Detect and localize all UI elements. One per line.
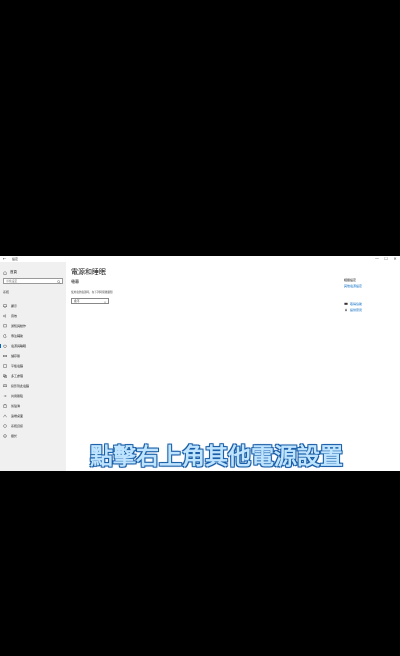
sidebar-item-clipboard[interactable]: 剪貼簿 — [0, 401, 66, 411]
power-icon — [3, 344, 7, 348]
related-settings: 相關設定 其他電源設定 — [344, 278, 396, 288]
sidebar-item-label: 關於 — [11, 434, 18, 438]
window-title: 設定 — [12, 257, 19, 261]
sidebar-item-focus-assist[interactable]: 專注輔助 — [0, 331, 66, 341]
get-help-label: 取得協助 — [350, 302, 363, 306]
close-button[interactable]: ✕ — [392, 257, 398, 261]
back-arrow-icon[interactable]: ← — [3, 257, 6, 261]
chevron-down-icon — [103, 300, 107, 303]
about-icon — [3, 434, 7, 438]
video-caption: 點擊右上角其他電源設置 — [90, 443, 343, 470]
search-placeholder: 尋找設定 — [6, 279, 18, 283]
display-icon — [3, 304, 7, 308]
section-label: 系統 — [3, 290, 10, 294]
home-icon — [3, 270, 7, 275]
sidebar-item-label: 音效 — [11, 314, 18, 318]
sidebar-item-label: 遠端桌面 — [11, 414, 24, 418]
sidebar-item-notifications[interactable]: 通知與動作 — [0, 321, 66, 331]
sidebar-item-label: 電源與睡眠 — [11, 344, 27, 348]
sidebar-item-label: 投影到此電腦 — [11, 384, 30, 388]
notifications-icon — [3, 324, 7, 328]
sidebar-item-label: 儲存體 — [11, 354, 21, 358]
sidebar-item-sound[interactable]: 音效 — [0, 311, 66, 321]
sidebar-item-storage[interactable]: 儲存體 — [0, 351, 66, 361]
search-input[interactable]: 尋找設定 — [3, 278, 63, 284]
sidebar-item-label: 共用體驗 — [11, 394, 24, 398]
feedback-icon — [344, 308, 348, 312]
sidebar: 首頁 尋找設定 系統 顯示 音效 通知與動作 專注輔助 電源與睡眠 儲存體 平板… — [0, 262, 66, 471]
sidebar-item-shared-experiences[interactable]: 共用體驗 — [0, 391, 66, 401]
search-icon — [57, 279, 61, 284]
help-icon — [344, 302, 348, 305]
sound-icon — [3, 314, 6, 318]
additional-power-settings-link[interactable]: 其他電源設定 — [344, 284, 396, 288]
related-settings-title: 相關設定 — [344, 278, 357, 282]
sidebar-item-label: 多工處理 — [11, 374, 24, 378]
clipboard-icon — [3, 404, 7, 408]
sidebar-item-info[interactable]: 系統資訊 — [0, 421, 66, 431]
home-label: 首頁 — [10, 270, 17, 274]
sidebar-item-label: 專注輔助 — [11, 334, 24, 338]
remote-desktop-icon — [3, 414, 7, 418]
sidebar-item-projecting[interactable]: 投影到此電腦 — [0, 381, 66, 391]
sidebar-item-tablet[interactable]: 平板電腦 — [0, 361, 66, 371]
maximize-button[interactable]: ☐ — [383, 257, 389, 261]
sidebar-item-power[interactable]: 電源與睡眠 — [0, 341, 66, 351]
sidebar-item-label: 平板電腦 — [11, 364, 24, 368]
help-links: 取得協助 提供意見 — [344, 301, 396, 313]
sidebar-home[interactable]: 首頁 — [3, 270, 17, 275]
info-icon — [3, 424, 7, 428]
focus-assist-icon — [3, 334, 7, 338]
sidebar-item-label: 系統資訊 — [11, 424, 24, 428]
minimize-button[interactable]: — — [374, 257, 380, 261]
storage-icon — [3, 355, 7, 357]
sidebar-item-label: 顯示 — [11, 304, 18, 308]
sidebar-item-multitasking[interactable]: 多工處理 — [0, 371, 66, 381]
multitasking-icon — [3, 374, 7, 378]
projecting-icon — [3, 384, 7, 387]
screen-timeout-dropdown[interactable]: 永不 — [71, 298, 109, 304]
dropdown-value: 永不 — [74, 299, 80, 303]
shared-experiences-icon — [3, 395, 7, 397]
sidebar-item-label: 通知與動作 — [11, 324, 27, 328]
give-feedback-label: 提供意見 — [350, 308, 363, 312]
sidebar-item-remote-desktop[interactable]: 遠端桌面 — [0, 411, 66, 421]
sidebar-item-label: 剪貼簿 — [11, 404, 21, 408]
tablet-icon — [3, 364, 7, 368]
section-heading: 螢幕 — [71, 279, 79, 284]
screen-timeout-label: 使用電池電源時，在下列時間後關閉 — [71, 291, 113, 294]
give-feedback-link[interactable]: 提供意見 — [344, 307, 396, 313]
page-title: 電源和睡眠 — [71, 268, 106, 276]
sidebar-item-about[interactable]: 關於 — [0, 431, 66, 441]
sidebar-nav: 顯示 音效 通知與動作 專注輔助 電源與睡眠 儲存體 平板電腦 多工處理 投影到… — [0, 301, 66, 441]
sidebar-item-display[interactable]: 顯示 — [0, 301, 66, 311]
